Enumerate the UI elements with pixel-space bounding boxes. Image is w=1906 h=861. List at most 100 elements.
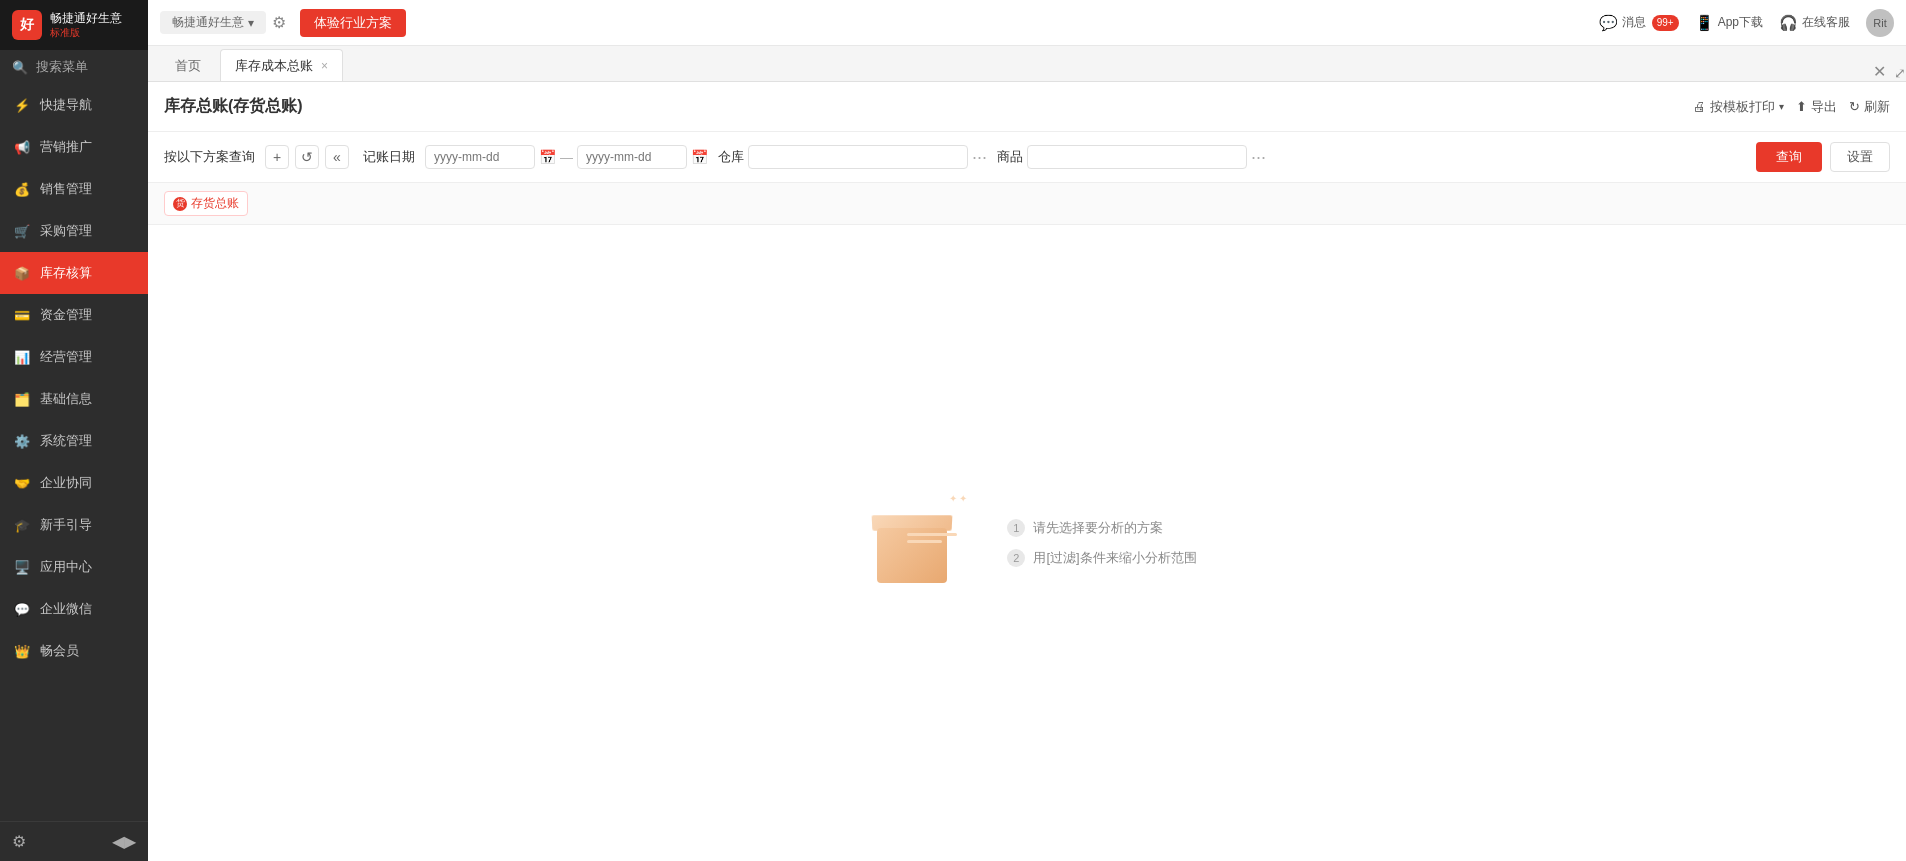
sidebar-item-operations[interactable]: 📊 经营管理	[0, 336, 148, 378]
search-menu[interactable]: 🔍 搜索菜单	[0, 50, 148, 84]
scheme-item-icon: 货	[173, 197, 187, 211]
box-lines	[907, 533, 957, 563]
topbar-left: 畅捷通好生意 ▾ ⚙ 体验行业方案	[160, 9, 1591, 37]
search-icon: 🔍	[12, 60, 28, 75]
membership-icon: 👑	[12, 641, 32, 661]
export-icon: ⬆	[1796, 99, 1807, 114]
warehouse-input-group: 仓库 ···	[718, 145, 987, 169]
product-more-btn[interactable]: ···	[1251, 147, 1266, 168]
filter-label: 按以下方案查询	[164, 148, 255, 166]
sidebar-item-enterprise[interactable]: 🤝 企业协同	[0, 462, 148, 504]
purchase-icon: 🛒	[12, 221, 32, 241]
tab-inventory-ledger[interactable]: 库存成本总账 ×	[220, 49, 343, 81]
warehouse-input[interactable]	[748, 145, 968, 169]
empty-illustration: ✦ ✦	[857, 493, 977, 593]
system-icon: ⚙️	[12, 431, 32, 451]
sidebar-item-sales[interactable]: 💰 销售管理	[0, 168, 148, 210]
sidebar-item-system[interactable]: ⚙️ 系统管理	[0, 420, 148, 462]
phone-icon: 📱	[1695, 14, 1714, 32]
calendar-end-icon[interactable]: 📅	[691, 149, 708, 165]
sidebar-nav: ⚡ 快捷导航 📢 营销推广 💰 销售管理 🛒 采购管理 📦 库存核算 💳 资金管…	[0, 84, 148, 821]
quick-nav-icon: ⚡	[12, 95, 32, 115]
scheme-panel: 货 存货总账	[148, 183, 1906, 225]
sidebar-item-quick-nav[interactable]: ⚡ 快捷导航	[0, 84, 148, 126]
messages-action[interactable]: 💬 消息 99+	[1599, 14, 1679, 32]
add-scheme-btn[interactable]: +	[265, 145, 289, 169]
sidebar-item-app-center[interactable]: 🖥️ 应用中心	[0, 546, 148, 588]
page-title: 库存总账(存货总账)	[164, 96, 303, 117]
box-body	[877, 528, 947, 583]
sidebar-logo: 好 畅捷通好生意 标准版	[0, 0, 148, 50]
message-icon: 💬	[1599, 14, 1618, 32]
sidebar-item-basic-info[interactable]: 🗂️ 基础信息	[0, 378, 148, 420]
sidebar-item-wechat[interactable]: 💬 企业微信	[0, 588, 148, 630]
tip-num-1: 1	[1007, 519, 1025, 537]
panel-header: 库存总账(存货总账) 🖨 按模板打印 ▾ ⬆ 导出 ↻ 刷新	[148, 82, 1906, 132]
print-dropdown-icon[interactable]: ▾	[1779, 101, 1784, 112]
tab-close-btn[interactable]: ×	[321, 59, 328, 73]
enterprise-icon: 🤝	[12, 473, 32, 493]
scheme-item-inventory[interactable]: 货 存货总账	[164, 191, 248, 216]
operations-icon: 📊	[12, 347, 32, 367]
sidebar-item-tutorial[interactable]: 🎓 新手引导	[0, 504, 148, 546]
tip-num-2: 2	[1007, 549, 1025, 567]
sidebar-footer: ⚙ ◀▶	[0, 821, 148, 861]
panel-actions: 🖨 按模板打印 ▾ ⬆ 导出 ↻ 刷新	[1693, 98, 1890, 116]
product-label: 商品	[997, 148, 1023, 166]
warehouse-label: 仓库	[718, 148, 744, 166]
sidebar-item-marketing[interactable]: 📢 营销推广	[0, 126, 148, 168]
breadcrumb[interactable]: 畅捷通好生意 ▾	[160, 11, 266, 34]
tab-home[interactable]: 首页	[160, 49, 216, 81]
filter-bar: 按以下方案查询 + ↺ « 记账日期 📅 — 📅 仓库 ··· 商品	[148, 132, 1906, 183]
empty-tip-1: 1 请先选择要分析的方案	[1007, 519, 1196, 537]
app-download-action[interactable]: 📱 App下载	[1695, 14, 1763, 32]
warehouse-more-btn[interactable]: ···	[972, 147, 987, 168]
date-label: 记账日期	[363, 148, 415, 166]
box-line-1	[907, 533, 957, 536]
collapse-scheme-btn[interactable]: «	[325, 145, 349, 169]
inventory-icon: 📦	[12, 263, 32, 283]
search-button[interactable]: 查询	[1756, 142, 1822, 172]
refresh-scheme-btn[interactable]: ↺	[295, 145, 319, 169]
resize-icon[interactable]: ⤢	[1894, 65, 1906, 81]
main-content: 畅捷通好生意 ▾ ⚙ 体验行业方案 💬 消息 99+ 📱 App下载 🎧 在线客…	[148, 0, 1906, 861]
wechat-icon: 💬	[12, 599, 32, 619]
sidebar-item-inventory[interactable]: 📦 库存核算	[0, 252, 148, 294]
app-logo-icon: 好	[12, 10, 42, 40]
online-service-action[interactable]: 🎧 在线客服	[1779, 14, 1850, 32]
basic-info-icon: 🗂️	[12, 389, 32, 409]
date-start-input[interactable]	[425, 145, 535, 169]
calendar-start-icon[interactable]: 📅	[539, 149, 556, 165]
user-avatar[interactable]: Rit	[1866, 9, 1894, 37]
box-stars: ✦ ✦	[949, 493, 968, 504]
empty-state: ✦ ✦ 1 请先选择要分析的方案	[148, 225, 1906, 861]
print-btn[interactable]: 🖨 按模板打印 ▾	[1693, 98, 1784, 116]
settings-footer-icon[interactable]: ⚙	[12, 832, 26, 851]
sidebar-item-membership[interactable]: 👑 畅会员	[0, 630, 148, 672]
industry-btn[interactable]: 体验行业方案	[300, 9, 406, 37]
gear-icon[interactable]: ⚙	[272, 13, 286, 32]
messages-badge: 99+	[1652, 15, 1679, 31]
filter-right-actions: 查询 设置	[1756, 142, 1890, 172]
export-btn[interactable]: ⬆ 导出	[1796, 98, 1837, 116]
refresh-btn[interactable]: ↻ 刷新	[1849, 98, 1890, 116]
empty-tips: 1 请先选择要分析的方案 2 用[过滤]条件来缩小分析范围	[1007, 519, 1196, 567]
sidebar-item-finance[interactable]: 💳 资金管理	[0, 294, 148, 336]
box-line-2	[907, 540, 942, 543]
empty-content: ✦ ✦ 1 请先选择要分析的方案	[857, 493, 1196, 593]
close-panel-icon[interactable]: ✕	[1873, 62, 1886, 81]
date-end-input[interactable]	[577, 145, 687, 169]
collapse-icon[interactable]: ◀▶	[112, 832, 136, 851]
empty-tip-2: 2 用[过滤]条件来缩小分析范围	[1007, 549, 1196, 567]
chevron-down-icon: ▾	[248, 16, 254, 30]
topbar: 畅捷通好生意 ▾ ⚙ 体验行业方案 💬 消息 99+ 📱 App下载 🎧 在线客…	[148, 0, 1906, 46]
headset-icon: 🎧	[1779, 14, 1798, 32]
tabs-bar: 首页 库存成本总账 × ✕ ⤢	[148, 46, 1906, 82]
date-range-input: 📅 — 📅	[425, 145, 708, 169]
sidebar-item-purchase[interactable]: 🛒 采购管理	[0, 210, 148, 252]
settings-button[interactable]: 设置	[1830, 142, 1890, 172]
refresh-icon: ↻	[1849, 99, 1860, 114]
print-icon: 🖨	[1693, 99, 1706, 114]
product-input[interactable]	[1027, 145, 1247, 169]
app-center-icon: 🖥️	[12, 557, 32, 577]
